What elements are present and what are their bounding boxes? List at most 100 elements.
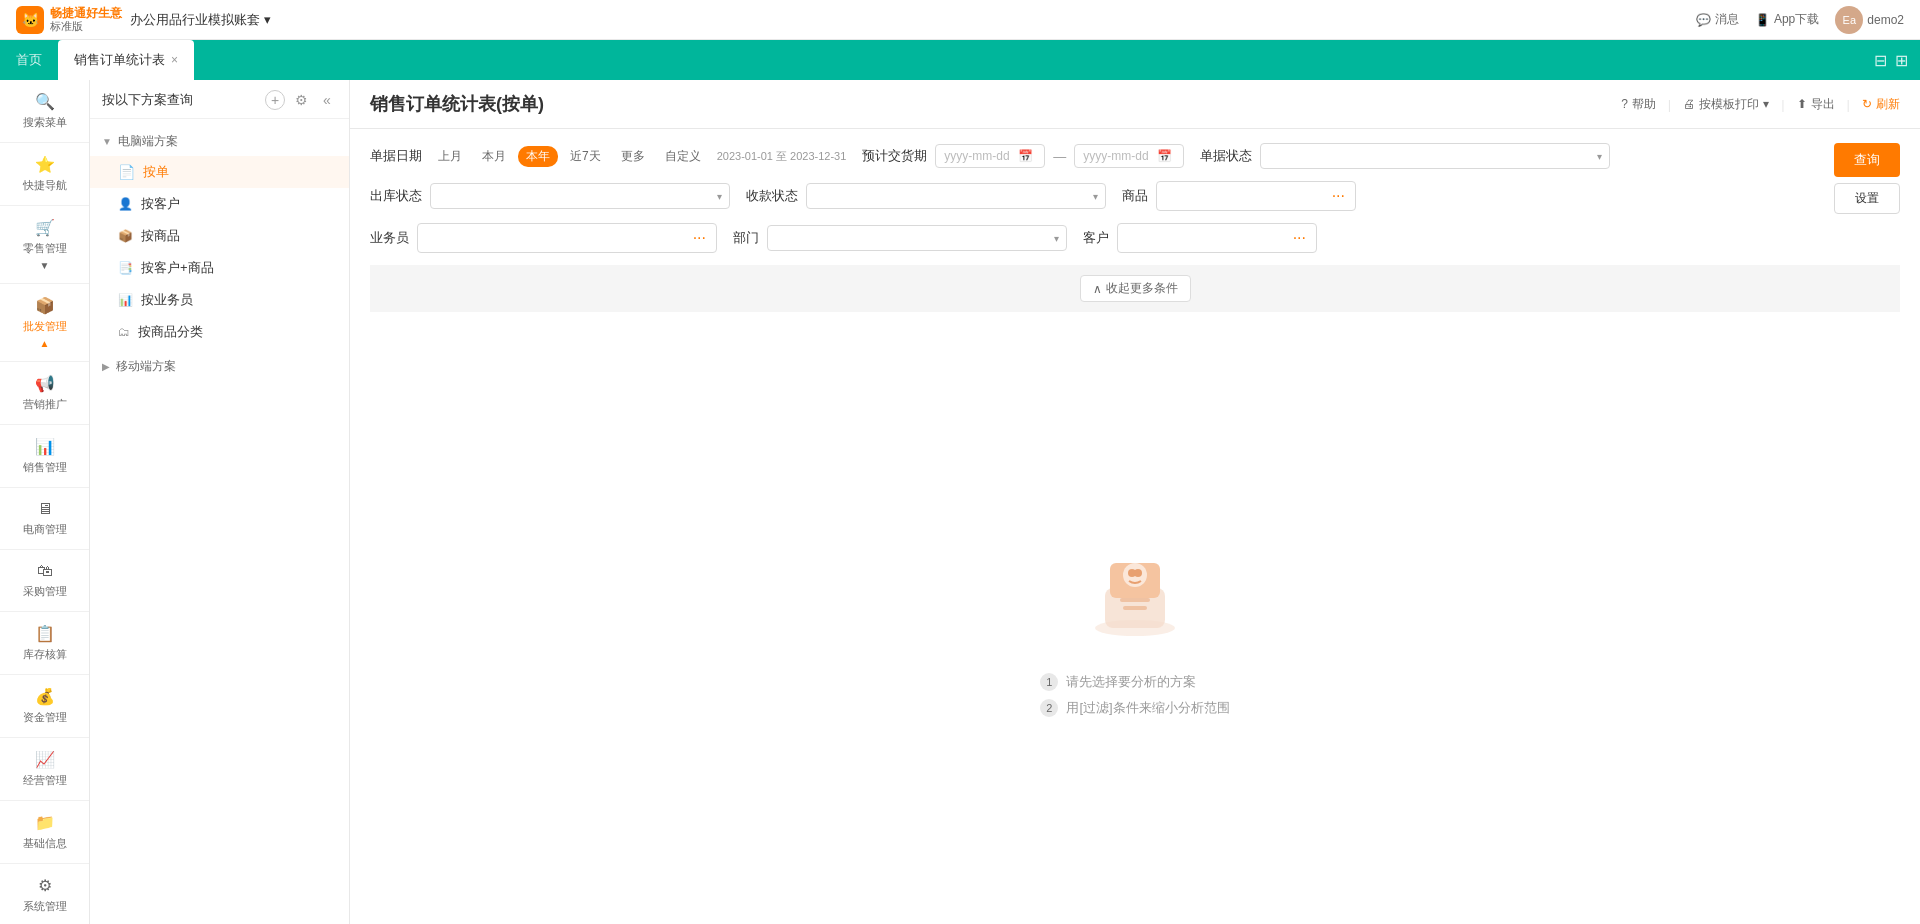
salesperson-label: 业务员 bbox=[370, 229, 409, 247]
collapse-area: ∧ 收起更多条件 bbox=[370, 265, 1900, 312]
chevron-down-icon: ▾ bbox=[264, 12, 271, 27]
logo-icon: 🐱 bbox=[16, 6, 44, 34]
dept-label: 部门 bbox=[733, 229, 759, 247]
search-icon: 🔍 bbox=[35, 92, 55, 111]
customer-product-icon: 📑 bbox=[118, 261, 133, 275]
out-status-select-wrapper: ▾ bbox=[430, 183, 730, 209]
main-layout: 🔍 搜索菜单 ⭐ 快捷导航 🛒 零售管理 ▼ 📦 批发管理 ▲ 📢 营销推广 📊… bbox=[0, 80, 1920, 924]
sidebar-item-basic[interactable]: 📁 基础信息 bbox=[0, 801, 89, 864]
sidebar-item-marketing[interactable]: 📢 营销推广 bbox=[0, 362, 89, 425]
scheme-section-desktop-header[interactable]: ▼ 电脑端方案 bbox=[90, 127, 349, 156]
minimize-icon[interactable]: ⊟ bbox=[1874, 51, 1887, 70]
page-title: 销售订单统计表(按单) bbox=[370, 92, 544, 128]
collapse-button[interactable]: ∧ 收起更多条件 bbox=[1080, 275, 1191, 302]
wholesale-icon: 📦 bbox=[35, 296, 55, 315]
order-icon: 📄 bbox=[118, 164, 135, 180]
scheme-item-by-customer-product[interactable]: 📑 按客户+商品 bbox=[90, 252, 349, 284]
scheme-section-mobile-header[interactable]: ▶ 移动端方案 bbox=[90, 352, 349, 381]
scheme-item-by-product[interactable]: 📦 按商品 bbox=[90, 220, 349, 252]
scheme-item-by-product-category[interactable]: 🗂 按商品分类 bbox=[90, 316, 349, 348]
predicted-date-start[interactable]: yyyy-mm-dd 📅 bbox=[935, 144, 1045, 168]
top-bar-right: 💬 消息 📱 App下载 Ea demo2 bbox=[1696, 6, 1904, 34]
filter-item-date: 单据日期 上月 本月 本年 近7天 更多 自定义 2023-01-01 至 20… bbox=[370, 146, 846, 167]
marketing-icon: 📢 bbox=[35, 374, 55, 393]
sidebar: 🔍 搜索菜单 ⭐ 快捷导航 🛒 零售管理 ▼ 📦 批发管理 ▲ 📢 营销推广 📊… bbox=[0, 80, 90, 924]
chevron-down-icon: ▼ bbox=[102, 136, 112, 147]
filter-item-dept: 部门 ▾ bbox=[733, 225, 1067, 251]
scheme-header-actions: + ⚙ « bbox=[265, 90, 337, 110]
salesperson-input[interactable]: ··· bbox=[417, 223, 717, 253]
sidebar-item-finance[interactable]: 💰 资金管理 bbox=[0, 675, 89, 738]
bill-status-select[interactable] bbox=[1260, 143, 1610, 169]
message-button[interactable]: 💬 消息 bbox=[1696, 11, 1739, 28]
predicted-date-end[interactable]: yyyy-mm-dd 📅 bbox=[1074, 144, 1184, 168]
chevron-up-icon: ▲ bbox=[40, 338, 50, 349]
date-btn-this-month[interactable]: 本月 bbox=[474, 146, 514, 167]
sidebar-item-ecommerce[interactable]: 🖥 电商管理 bbox=[0, 488, 89, 550]
payment-status-select[interactable] bbox=[806, 183, 1106, 209]
filter-item-goods: 商品 ··· bbox=[1122, 181, 1356, 211]
dept-select[interactable] bbox=[767, 225, 1067, 251]
out-status-select[interactable] bbox=[430, 183, 730, 209]
calendar-icon: 📅 bbox=[1018, 149, 1033, 163]
date-btn-this-year[interactable]: 本年 bbox=[518, 146, 558, 167]
scheme-section-mobile: ▶ 移动端方案 bbox=[90, 352, 349, 381]
sidebar-item-purchase[interactable]: 🛍 采购管理 bbox=[0, 550, 89, 612]
tab-close-icon[interactable]: × bbox=[171, 53, 178, 67]
svg-point-5 bbox=[1134, 569, 1142, 577]
scheme-item-by-order[interactable]: 📄 按单 bbox=[90, 156, 349, 188]
collapse-scheme-button[interactable]: « bbox=[317, 90, 337, 110]
nav-tabs: 首页 销售订单统计表 × ⊟ ⊞ bbox=[0, 40, 1920, 80]
settings-button[interactable]: 设置 bbox=[1834, 183, 1900, 214]
empty-tip-1: 1 请先选择要分析的方案 bbox=[1040, 673, 1229, 691]
sidebar-item-retail[interactable]: 🛒 零售管理 ▼ bbox=[0, 206, 89, 284]
customer-label: 客户 bbox=[1083, 229, 1109, 247]
sidebar-item-operation[interactable]: 📈 经营管理 bbox=[0, 738, 89, 801]
filter-item-predicted-date: 预计交货期 yyyy-mm-dd 📅 — yyyy-mm-dd 📅 bbox=[862, 144, 1184, 168]
bill-status-select-wrapper: ▾ bbox=[1260, 143, 1610, 169]
date-btn-custom[interactable]: 自定义 bbox=[657, 146, 709, 167]
add-scheme-button[interactable]: + bbox=[265, 90, 285, 110]
scheme-item-by-salesperson[interactable]: 📊 按业务员 bbox=[90, 284, 349, 316]
query-button[interactable]: 查询 bbox=[1834, 143, 1900, 177]
filter-item-out-status: 出库状态 ▾ bbox=[370, 183, 730, 209]
sidebar-item-search-menu[interactable]: 🔍 搜索菜单 bbox=[0, 80, 89, 143]
sidebar-item-sales[interactable]: 📊 销售管理 bbox=[0, 425, 89, 488]
maximize-icon[interactable]: ⊞ bbox=[1895, 51, 1908, 70]
scheme-panel: 按以下方案查询 + ⚙ « ▼ 电脑端方案 📄 按单 👤 按 bbox=[90, 80, 350, 924]
sidebar-item-inventory[interactable]: 📋 库存核算 bbox=[0, 612, 89, 675]
customer-input[interactable]: ··· bbox=[1117, 223, 1317, 253]
export-button[interactable]: ⬆ 导出 bbox=[1797, 96, 1835, 113]
svg-rect-6 bbox=[1120, 598, 1150, 602]
settings-scheme-button[interactable]: ⚙ bbox=[291, 90, 311, 110]
refresh-button[interactable]: ↻ 刷新 bbox=[1862, 96, 1900, 113]
purchase-icon: 🛍 bbox=[37, 562, 53, 580]
date-btn-7days[interactable]: 近7天 bbox=[562, 146, 609, 167]
star-icon: ⭐ bbox=[35, 155, 55, 174]
ecommerce-icon: 🖥 bbox=[37, 500, 53, 518]
goods-input[interactable]: ··· bbox=[1156, 181, 1356, 211]
tab-sales-order-stats[interactable]: 销售订单统计表 × bbox=[58, 40, 194, 80]
user-area[interactable]: Ea demo2 bbox=[1835, 6, 1904, 34]
filter-item-salesperson: 业务员 ··· bbox=[370, 223, 717, 253]
app-download-button[interactable]: 📱 App下载 bbox=[1755, 11, 1819, 28]
nav-tab-extra: ⊟ ⊞ bbox=[1874, 51, 1920, 70]
filter-item-bill-status: 单据状态 ▾ bbox=[1200, 143, 1610, 169]
scheme-item-by-customer[interactable]: 👤 按客户 bbox=[90, 188, 349, 220]
sidebar-item-system[interactable]: ⚙ 系统管理 bbox=[0, 864, 89, 924]
tab-home[interactable]: 首页 bbox=[0, 40, 58, 80]
date-btn-last-month[interactable]: 上月 bbox=[430, 146, 470, 167]
date-btn-more[interactable]: 更多 bbox=[613, 146, 653, 167]
content-area: 按以下方案查询 + ⚙ « ▼ 电脑端方案 📄 按单 👤 按 bbox=[90, 80, 1920, 924]
template-print-button[interactable]: 🖨 按模板打印 ▾ bbox=[1683, 96, 1769, 113]
sidebar-item-quick-nav[interactable]: ⭐ 快捷导航 bbox=[0, 143, 89, 206]
workspace-dropdown[interactable]: 办公用品行业模拟账套 ▾ bbox=[130, 11, 271, 29]
logo-area: 🐱 畅捷通好生意 标准版 bbox=[16, 6, 122, 34]
top-bar-left: 🐱 畅捷通好生意 标准版 办公用品行业模拟账套 ▾ bbox=[16, 6, 271, 34]
date-buttons: 上月 本月 本年 近7天 更多 自定义 bbox=[430, 146, 709, 167]
more-icon: ··· bbox=[693, 229, 706, 247]
more-icon: ··· bbox=[1332, 187, 1345, 205]
page-header-actions: ? 帮助 | 🖨 按模板打印 ▾ | ⬆ 导出 | bbox=[1621, 96, 1900, 125]
sidebar-item-wholesale[interactable]: 📦 批发管理 ▲ bbox=[0, 284, 89, 362]
help-button[interactable]: ? 帮助 bbox=[1621, 96, 1656, 113]
